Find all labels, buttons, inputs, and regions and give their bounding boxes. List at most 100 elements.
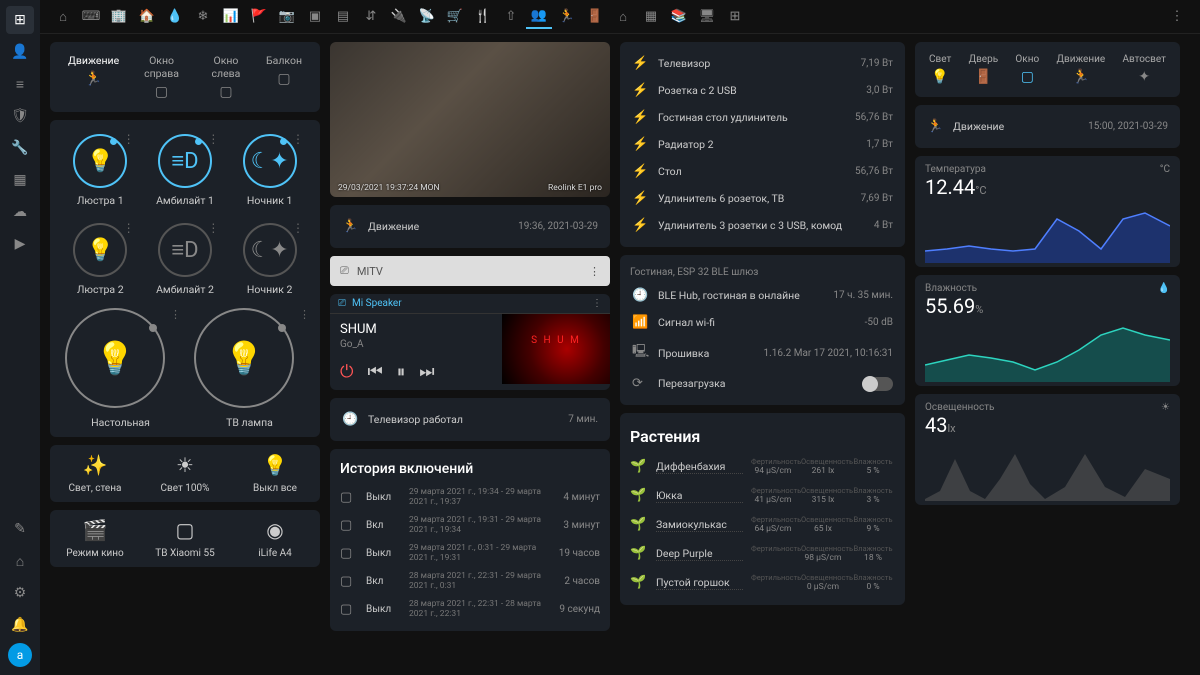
more-icon[interactable]: ⋮ [299, 308, 310, 321]
tab-window-right[interactable]: Окно справа▢ [137, 54, 186, 100]
more-icon[interactable]: ⋮ [292, 132, 304, 146]
sensor-tab-autolight[interactable]: Автосвет✦ [1122, 54, 1166, 85]
more-icon[interactable]: ⋮ [592, 298, 602, 309]
tab-balcony[interactable]: Балкон▢ [266, 54, 302, 100]
power-row[interactable]: ⚡Телевизор7,19 Вт [630, 50, 895, 77]
sidebar-wrench-icon[interactable]: 🔧 [6, 134, 34, 162]
lux-chart-card[interactable]: Освещенность☀ 43lx [915, 394, 1180, 505]
light-2[interactable]: ⋮ ☾✦ Ночник 1 [229, 128, 310, 213]
light-desk[interactable]: ⋮ 💡 Настольная [60, 308, 181, 429]
sensor-tab-motion[interactable]: Движение🏃 [1056, 54, 1105, 85]
top-house-icon[interactable]: 🏠 [134, 5, 160, 29]
top-menu-icon[interactable]: ⋮ [1164, 5, 1190, 29]
next-icon[interactable]: ⏭ [419, 362, 434, 382]
top-router-icon[interactable]: 📡 [414, 5, 440, 29]
temp-chart-card[interactable]: Температура°C 12.44°C [915, 156, 1180, 267]
top-apps-icon[interactable]: ⊞ [722, 5, 748, 29]
scene-iLife A4[interactable]: ◉iLife A4 [230, 510, 320, 567]
top-camera-icon[interactable]: 📷 [274, 5, 300, 29]
prev-icon[interactable]: ⏮ [367, 362, 382, 382]
sidebar-dashboard-icon[interactable]: ⊞ [6, 6, 34, 34]
plant-row[interactable]: 🌱 Пустой горшок Фертильность Освещенност… [630, 568, 895, 597]
light-4[interactable]: ⋮ ≡D Амбилайт 2 [145, 217, 226, 302]
more-icon[interactable]: ⋮ [292, 221, 304, 235]
tab-motion[interactable]: Движение🏃 [68, 54, 119, 100]
sensor-tab-door[interactable]: Дверь🚪 [969, 54, 999, 85]
more-icon[interactable]: ⋮ [123, 221, 135, 235]
top-window2-icon[interactable]: ▤ [330, 5, 356, 29]
top-window1-icon[interactable]: ▣ [302, 5, 328, 29]
mitv-button[interactable]: ⎚ MITV ⋮ [330, 256, 610, 286]
scene-Режим кино[interactable]: 🎬Режим кино [50, 510, 140, 567]
scene-Свет, стена[interactable]: ✨Свет, стена [50, 445, 140, 502]
plant-row[interactable]: 🌱 Deep Purple Фертильность Освещенность9… [630, 539, 895, 568]
sidebar-notifications-icon[interactable]: 🔔 [6, 611, 34, 639]
light-tv-lamp[interactable]: ⋮ 💡 ТВ лампа [189, 308, 310, 429]
top-keyboard-icon[interactable]: ⌨ [78, 5, 104, 29]
top-home2-icon[interactable]: ⌂ [610, 5, 636, 29]
power-label: Гостиная стол удлинитель [658, 111, 788, 124]
sidebar-home-icon[interactable]: ⌂ [6, 547, 34, 575]
ble-label: BLE Hub, гостиная в онлайне [658, 289, 800, 302]
top-home-icon[interactable]: ⌂ [50, 5, 76, 29]
top-flag-icon[interactable]: 🚩 [246, 5, 272, 29]
ble-title: Гостиная, ESP 32 BLE шлюз [630, 263, 895, 282]
top-book-icon[interactable]: 📚 [666, 5, 692, 29]
more-icon[interactable]: ⋮ [207, 132, 219, 146]
top-door-icon[interactable]: 🚪 [582, 5, 608, 29]
top-server-icon[interactable]: 🖥 [694, 5, 720, 29]
top-run-icon[interactable]: 🏃 [554, 5, 580, 29]
sensor-tab-window[interactable]: Окно▢ [1015, 54, 1039, 85]
sidebar-calendar-icon[interactable]: ▦ [6, 166, 34, 194]
top-basket-icon[interactable]: 🛒 [442, 5, 468, 29]
scene-Выкл все[interactable]: 💡Выкл все [230, 445, 320, 502]
humidity-chart-card[interactable]: Влажность💧 55.69% [915, 275, 1180, 386]
power-row[interactable]: ⚡Гостиная стол удлинитель56,76 Вт [630, 104, 895, 131]
top-chart-icon[interactable]: 📊 [218, 5, 244, 29]
camera-feed[interactable]: 29/03/2021 19:37:24 MONReolink E1 pro [330, 42, 610, 197]
power-icon[interactable]: ⏻ [340, 362, 353, 382]
light-5[interactable]: ⋮ ☾✦ Ночник 2 [229, 217, 310, 302]
light-0[interactable]: ⋮ 💡 Люстра 1 [60, 128, 141, 213]
more-icon[interactable]: ⋮ [123, 132, 135, 146]
scene-ТВ Xiaomi 55[interactable]: ▢ТВ Xiaomi 55 [140, 510, 230, 567]
sensor-tab-light[interactable]: Свет💡 [929, 54, 951, 85]
sidebar-cloud-icon[interactable]: ☁ [6, 198, 34, 226]
power-row[interactable]: ⚡Радиатор 21,7 Вт [630, 131, 895, 158]
light-1[interactable]: ⋮ ≡D Амбилайт 1 [145, 128, 226, 213]
top-drop-icon[interactable]: 💧 [162, 5, 188, 29]
power-row[interactable]: ⚡Стол56,76 Вт [630, 158, 895, 185]
top-food-icon[interactable]: 🍴 [470, 5, 496, 29]
top-people-icon[interactable]: 👥 [526, 5, 552, 29]
more-icon[interactable]: ⋮ [170, 308, 181, 321]
ble-row[interactable]: ⟳Перезагрузка [630, 370, 895, 397]
plant-row[interactable]: 🌱 Диффенбахия Фертильность94 µS/cm Освещ… [630, 452, 895, 481]
pause-icon[interactable]: ⏸ [397, 362, 406, 382]
power-row[interactable]: ⚡Удлинитель 3 розетки с 3 USB, комод4 Вт [630, 212, 895, 239]
top-grid-icon[interactable]: ▦ [638, 5, 664, 29]
sidebar-person-icon[interactable]: 👤 [6, 38, 34, 66]
plant-row[interactable]: 🌱 Юкка Фертильность41 µS/cm Освещенность… [630, 481, 895, 510]
sidebar-list-icon[interactable]: ≡ [6, 70, 34, 98]
sidebar-tools-icon[interactable]: ✎ [6, 515, 34, 543]
scene-Свет 100%[interactable]: ☀Свет 100% [140, 445, 230, 502]
more-icon[interactable]: ⋮ [589, 265, 600, 278]
light-3[interactable]: ⋮ 💡 Люстра 2 [60, 217, 141, 302]
hum-value: 55.69 [925, 294, 975, 318]
reboot-toggle[interactable] [863, 377, 893, 391]
power-row[interactable]: ⚡Удлинитель 6 розеток, ТВ7,69 Вт [630, 185, 895, 212]
sidebar-avatar[interactable]: a [8, 643, 32, 667]
top-network-icon[interactable]: ⇵ [358, 5, 384, 29]
plant-row[interactable]: 🌱 Замиокулькас Фертильность64 µS/cm Осве… [630, 510, 895, 539]
power-row[interactable]: ⚡Розетка с 2 USB3,0 Вт [630, 77, 895, 104]
sidebar-shield-icon[interactable]: 🛡 [6, 102, 34, 130]
top-plug-icon[interactable]: 🔌 [386, 5, 412, 29]
top-snow-icon[interactable]: ❄ [190, 5, 216, 29]
motion-sensor-card: 🏃Движение15:00, 2021-03-29 [915, 105, 1180, 148]
tab-window-left[interactable]: Окно слева▢ [204, 54, 248, 100]
top-building-icon[interactable]: 🏢 [106, 5, 132, 29]
top-upload-icon[interactable]: ⇧ [498, 5, 524, 29]
sidebar-media-icon[interactable]: ▶ [6, 230, 34, 258]
more-icon[interactable]: ⋮ [207, 221, 219, 235]
sidebar-settings-icon[interactable]: ⚙ [6, 579, 34, 607]
